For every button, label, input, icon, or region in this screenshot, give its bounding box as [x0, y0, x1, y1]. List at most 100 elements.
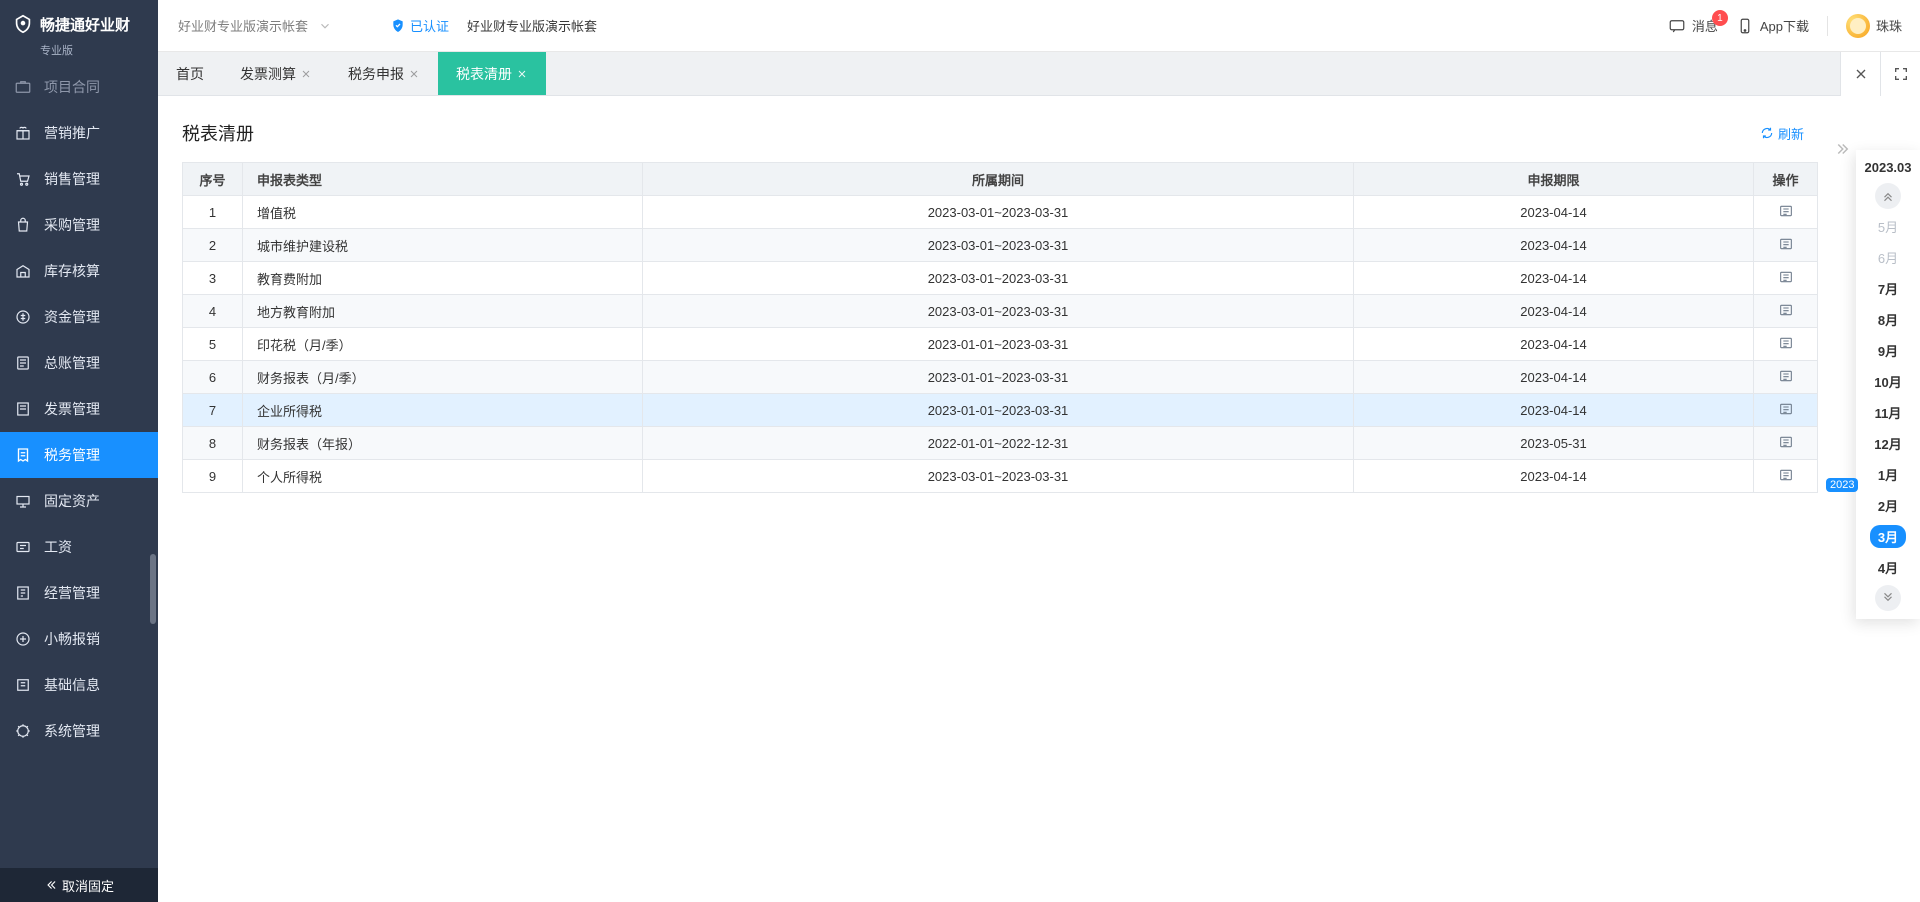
asset-icon [14, 492, 32, 510]
account-selector[interactable]: 好业财专业版演示帐套 [178, 16, 372, 35]
sidebar-item-label: 工资 [44, 537, 72, 557]
sidebar-item-system[interactable]: 系统管理 [0, 708, 158, 754]
phone-icon [1736, 17, 1754, 35]
month-option[interactable]: 7月 [1874, 277, 1902, 300]
table-row[interactable]: 7企业所得税2023-01-01~2023-03-312023-04-14 [183, 394, 1818, 427]
sidebar-item-salary[interactable]: 工资 [0, 524, 158, 570]
sidebar-scrollbar[interactable] [150, 554, 156, 624]
view-report-icon[interactable] [1777, 269, 1795, 285]
calendar-next-button[interactable] [1875, 585, 1901, 611]
reimburse-icon [14, 630, 32, 648]
tabstrip-close-button[interactable] [1840, 52, 1880, 96]
month-option[interactable]: 12月 [1870, 432, 1905, 455]
month-option[interactable]: 1月 [1874, 463, 1902, 486]
gift-icon [14, 124, 32, 142]
calendar-prev-button[interactable] [1875, 183, 1901, 209]
view-report-icon[interactable] [1777, 467, 1795, 483]
sidebar-item-asset[interactable]: 固定资产 [0, 478, 158, 524]
tab-tax-declare[interactable]: 税务申报 [330, 52, 438, 95]
sidebar-item-purchase[interactable]: 采购管理 [0, 202, 158, 248]
user-name: 珠珠 [1876, 16, 1902, 35]
month-picker: 2023.03 5月6月7月8月9月10月11月12月1月2月3月4月 2023 [1856, 150, 1920, 619]
col-period: 所属期间 [643, 163, 1354, 196]
table-row[interactable]: 3教育费附加2023-03-01~2023-03-312023-04-14 [183, 262, 1818, 295]
view-report-icon[interactable] [1777, 302, 1795, 318]
close-icon[interactable] [300, 68, 312, 80]
cell-action [1754, 328, 1818, 361]
cell-period: 2023-03-01~2023-03-31 [643, 196, 1354, 229]
cell-action [1754, 427, 1818, 460]
month-option[interactable]: 2月 [1874, 494, 1902, 517]
app-download-button[interactable]: App下载 [1736, 16, 1809, 35]
tab-label: 首页 [176, 64, 204, 84]
month-option[interactable]: 3月 [1870, 525, 1906, 548]
sidebar-item-label: 采购管理 [44, 215, 100, 235]
cell-action [1754, 460, 1818, 493]
cell-index: 4 [183, 295, 243, 328]
month-option[interactable]: 10月 [1870, 370, 1905, 393]
table-row[interactable]: 2城市维护建设税2023-03-01~2023-03-312023-04-14 [183, 229, 1818, 262]
tabstrip-fullscreen-button[interactable] [1880, 52, 1920, 96]
month-option[interactable]: 9月 [1874, 339, 1902, 362]
month-option[interactable]: 6月 [1874, 246, 1902, 269]
close-icon[interactable] [408, 68, 420, 80]
verified-badge: 已认证 [390, 16, 449, 35]
tab-invoice-calc[interactable]: 发票测算 [222, 52, 330, 95]
month-option[interactable]: 5月 [1874, 215, 1902, 238]
table-row[interactable]: 6财务报表（月/季）2023-01-01~2023-03-312023-04-1… [183, 361, 1818, 394]
user-menu[interactable]: 珠珠 [1846, 14, 1902, 38]
message-button[interactable]: 消息 1 [1668, 16, 1718, 35]
view-report-icon[interactable] [1777, 401, 1795, 417]
cell-action [1754, 361, 1818, 394]
close-icon[interactable] [516, 68, 528, 80]
sidebar-item-funds[interactable]: 资金管理 [0, 294, 158, 340]
page: 税表清册 刷新 序号 申报表类型 所属期间 申报期限 操作 1增值税2023-0… [158, 96, 1920, 902]
sidebar-item-base[interactable]: 基础信息 [0, 662, 158, 708]
unpin-label: 取消固定 [62, 876, 114, 895]
fullscreen-icon [1893, 66, 1909, 82]
tab-tax-register[interactable]: 税表清册 [438, 52, 546, 95]
cell-index: 6 [183, 361, 243, 394]
chevron-right-double-icon [1833, 140, 1851, 158]
view-report-icon[interactable] [1777, 368, 1795, 384]
sidebar-item-inventory[interactable]: 库存核算 [0, 248, 158, 294]
table-row[interactable]: 9个人所得税2023-03-01~2023-03-312023-04-14 [183, 460, 1818, 493]
cell-type: 企业所得税 [243, 394, 643, 427]
sidebar-item-manage[interactable]: 经营管理 [0, 570, 158, 616]
sidebar-item-marketing[interactable]: 营销推广 [0, 110, 158, 156]
month-option[interactable]: 8月 [1874, 308, 1902, 331]
sidebar-item-invoice[interactable]: 发票管理 [0, 386, 158, 432]
table-row[interactable]: 1增值税2023-03-01~2023-03-312023-04-14 [183, 196, 1818, 229]
table-row[interactable]: 5印花税（月/季）2023-01-01~2023-03-312023-04-14 [183, 328, 1818, 361]
cell-index: 2 [183, 229, 243, 262]
brand-edition: 专业版 [0, 42, 158, 64]
sidebar-item-sales[interactable]: 销售管理 [0, 156, 158, 202]
view-report-icon[interactable] [1777, 203, 1795, 219]
page-title: 税表清册 [182, 120, 254, 146]
view-report-icon[interactable] [1777, 236, 1795, 252]
sidebar-item-contract[interactable]: 项目合同 [0, 64, 158, 110]
divider [1827, 16, 1828, 36]
tax-table: 序号 申报表类型 所属期间 申报期限 操作 1增值税2023-03-01~202… [182, 162, 1818, 493]
sidebar-item-ledger[interactable]: 总账管理 [0, 340, 158, 386]
cell-action [1754, 394, 1818, 427]
sidebar-item-reimburse[interactable]: 小畅报销 [0, 616, 158, 662]
cell-deadline: 2023-04-14 [1354, 394, 1754, 427]
cell-period: 2023-03-01~2023-03-31 [643, 295, 1354, 328]
month-option[interactable]: 11月 [1871, 401, 1906, 424]
table-row[interactable]: 4地方教育附加2023-03-01~2023-03-312023-04-14 [183, 295, 1818, 328]
table-row[interactable]: 8财务报表（年报）2022-01-01~2022-12-312023-05-31 [183, 427, 1818, 460]
cell-index: 9 [183, 460, 243, 493]
month-option[interactable]: 4月 [1874, 556, 1902, 579]
message-icon [1668, 17, 1686, 35]
col-deadline: 申报期限 [1354, 163, 1754, 196]
view-report-icon[interactable] [1777, 434, 1795, 450]
account-selector-label: 好业财专业版演示帐套 [178, 16, 308, 35]
cell-index: 1 [183, 196, 243, 229]
view-report-icon[interactable] [1777, 335, 1795, 351]
tab-home[interactable]: 首页 [158, 52, 222, 95]
unpin-button[interactable]: 取消固定 [0, 868, 158, 902]
expand-calendar-button[interactable] [1828, 96, 1856, 902]
refresh-button[interactable]: 刷新 [1760, 124, 1804, 143]
sidebar-item-tax[interactable]: 税务管理 [0, 432, 158, 478]
